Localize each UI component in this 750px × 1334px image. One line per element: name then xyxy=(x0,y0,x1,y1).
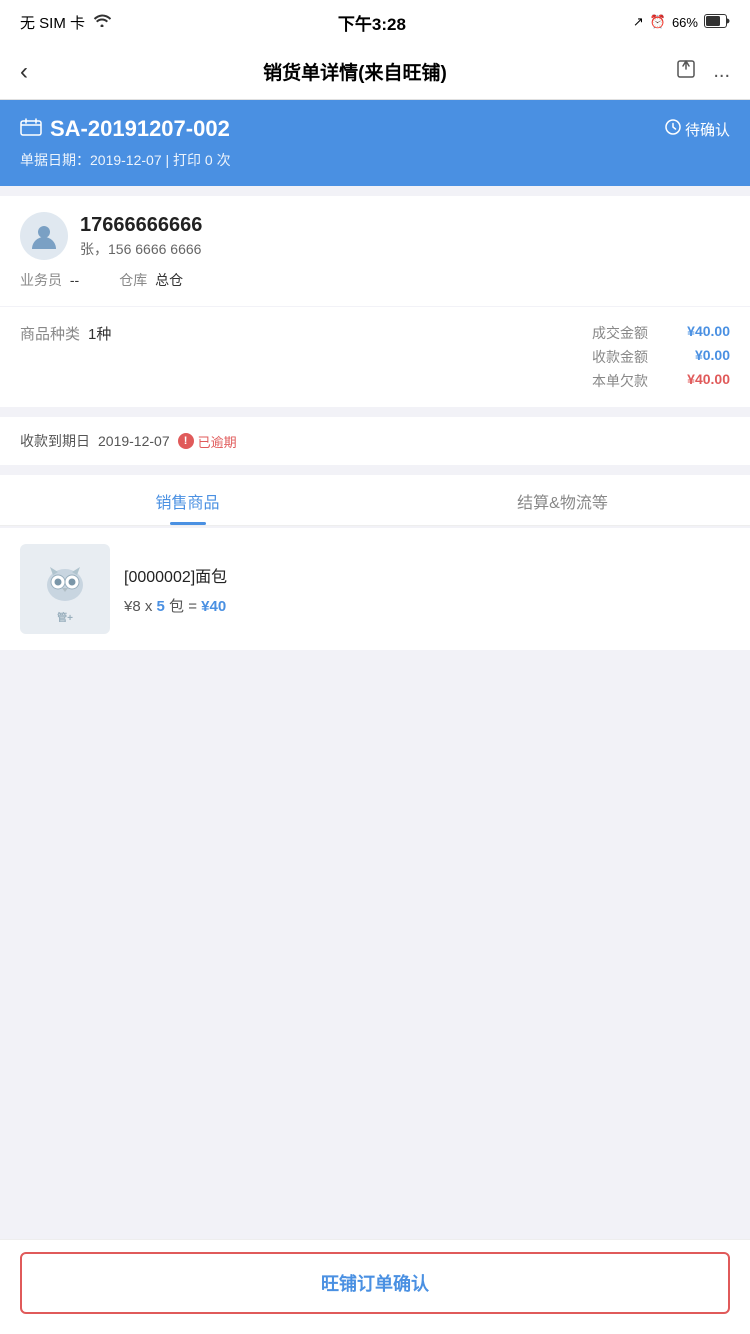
unit-price: ¥8 xyxy=(124,598,141,615)
sales-label: 业务员 xyxy=(20,272,62,288)
tabs-bar: 销售商品 结算&物流等 xyxy=(0,475,750,526)
battery-icon xyxy=(704,14,730,31)
customer-row: 17666666666 张，156 6666 6666 xyxy=(20,212,730,260)
customer-phone: 17666666666 xyxy=(80,214,202,237)
wifi-icon xyxy=(93,13,111,31)
more-button[interactable]: ... xyxy=(713,60,730,83)
battery-text: 66% xyxy=(672,15,698,30)
overdue-label: 已逾期 xyxy=(198,432,237,451)
multiply-sign: x xyxy=(145,598,157,615)
product-price: ¥8 x 5 包 = ¥40 xyxy=(124,595,730,616)
amount-row: 成交金额 ¥40.00 xyxy=(592,323,730,343)
balance-label: 本单欠款 xyxy=(592,371,648,391)
bottom-padding xyxy=(0,850,750,930)
back-button[interactable]: ‹ xyxy=(20,58,60,86)
equals-sign: = xyxy=(188,598,201,615)
type-value: 1种 xyxy=(88,323,111,344)
tab-sales-product[interactable]: 销售商品 xyxy=(0,475,375,525)
order-id-row: SA-20191207-002 xyxy=(20,116,230,142)
share-icon[interactable] xyxy=(675,58,697,85)
summary-left: 商品种类 1种 xyxy=(20,323,111,344)
due-date-value: 2019-12-07 xyxy=(98,433,170,449)
tab-settlement[interactable]: 结算&物流等 xyxy=(375,475,750,525)
due-date-row: 收款到期日 2019-12-07 ! 已逾期 xyxy=(0,417,750,465)
amount-label: 成交金额 xyxy=(592,323,648,343)
received-row: 收款金额 ¥0.00 xyxy=(592,347,730,367)
status-right: ↗ ⏰ 66% xyxy=(633,14,730,31)
quantity: 5 xyxy=(157,598,165,615)
customer-card: 17666666666 张，156 6666 6666 业务员 -- 仓库 总仓 xyxy=(0,196,750,306)
customer-name: 张，156 6666 6666 xyxy=(80,239,202,259)
clock-icon xyxy=(665,119,681,139)
order-id: SA-20191207-002 xyxy=(50,116,230,142)
total-price: ¥40 xyxy=(201,598,226,615)
warehouse-label: 仓库 xyxy=(119,272,147,288)
confirm-button[interactable]: 旺铺订单确认 xyxy=(20,1252,730,1314)
alarm-icon: ⏰ xyxy=(650,14,666,30)
avatar xyxy=(20,212,68,260)
sales-value: -- xyxy=(70,272,79,288)
warehouse-meta: 仓库 总仓 xyxy=(119,270,183,290)
type-label: 商品种类 xyxy=(20,323,80,344)
order-icon xyxy=(20,118,42,141)
received-label: 收款金额 xyxy=(592,347,648,367)
product-owl-logo: 管+ xyxy=(40,555,90,624)
balance-value: ¥40.00 xyxy=(660,371,730,391)
product-card: 管+ [0000002]面包 ¥8 x 5 包 = ¥40 xyxy=(0,528,750,650)
overdue-dot: ! xyxy=(178,433,194,449)
nav-bar: ‹ 销货单详情(来自旺铺) ... xyxy=(0,44,750,100)
summary-right: 成交金额 ¥40.00 收款金额 ¥0.00 本单欠款 ¥40.00 xyxy=(592,323,730,391)
nav-title: 销货单详情(来自旺铺) xyxy=(60,58,650,85)
product-thumbnail: 管+ xyxy=(20,544,110,634)
location-icon: ↗ xyxy=(633,14,644,30)
carrier-text: 无 SIM 卡 xyxy=(20,12,85,33)
received-value: ¥0.00 xyxy=(660,347,730,367)
balance-row: 本单欠款 ¥40.00 xyxy=(592,371,730,391)
unit: 包 xyxy=(169,598,184,615)
warehouse-value: 总仓 xyxy=(155,272,183,288)
summary-card: 商品种类 1种 成交金额 ¥40.00 收款金额 ¥0.00 本单欠款 ¥40.… xyxy=(0,307,750,407)
status-bar: 无 SIM 卡 下午3:28 ↗ ⏰ 66% xyxy=(0,0,750,44)
product-name: [0000002]面包 xyxy=(124,563,730,587)
customer-info: 17666666666 张，156 6666 6666 xyxy=(80,214,202,259)
summary-row: 商品种类 1种 成交金额 ¥40.00 收款金额 ¥0.00 本单欠款 ¥40.… xyxy=(20,323,730,391)
bottom-bar: 旺铺订单确认 xyxy=(0,1239,750,1334)
empty-area xyxy=(0,650,750,850)
status-time: 下午3:28 xyxy=(338,10,406,35)
overdue-badge: ! 已逾期 xyxy=(178,432,237,451)
customer-meta: 业务员 -- 仓库 总仓 xyxy=(20,270,730,290)
status-text: 待确认 xyxy=(685,119,730,140)
nav-actions: ... xyxy=(650,58,730,85)
status-left: 无 SIM 卡 xyxy=(20,12,111,33)
order-header: SA-20191207-002 待确认 单据日期：2019-12-07 | 打印… xyxy=(0,100,750,186)
sales-meta: 业务员 -- xyxy=(20,270,79,290)
product-info: [0000002]面包 ¥8 x 5 包 = ¥40 xyxy=(124,563,730,616)
order-date: 单据日期：2019-12-07 | 打印 0 次 xyxy=(20,150,730,170)
order-status: 待确认 xyxy=(665,119,730,140)
amount-value: ¥40.00 xyxy=(660,323,730,343)
due-date-label: 收款到期日 xyxy=(20,431,90,451)
